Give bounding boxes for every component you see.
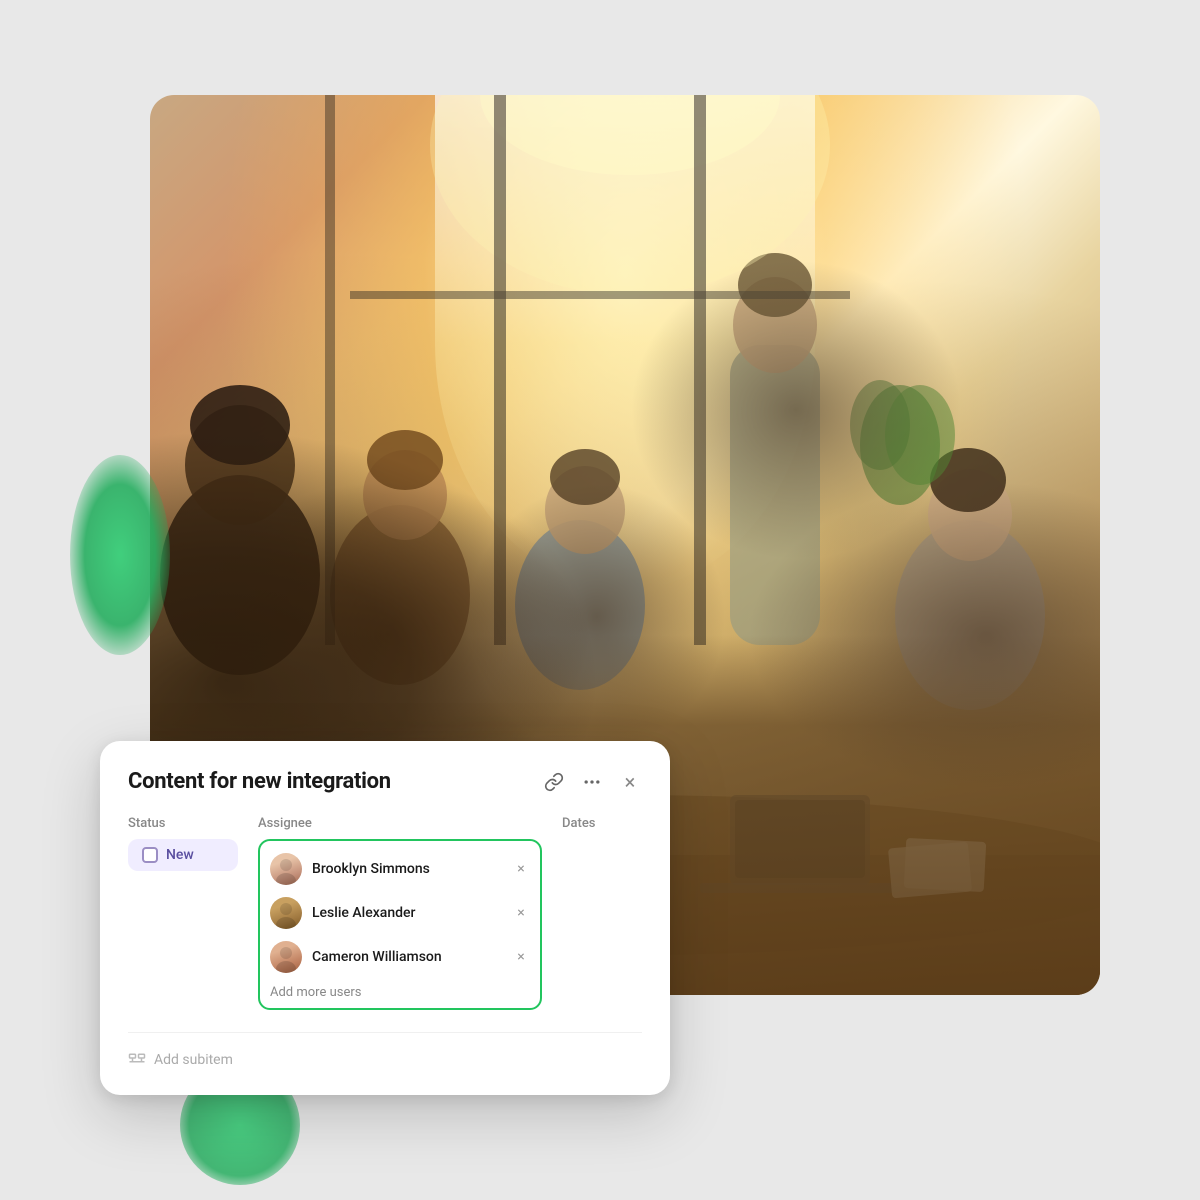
modal-title: Content for new integration (128, 769, 391, 794)
modal-card: Content for new integration × (100, 741, 670, 1095)
green-blob-left (70, 455, 170, 655)
remove-cameron-button[interactable]: × (512, 948, 530, 966)
remove-leslie-button[interactable]: × (512, 904, 530, 922)
close-icon[interactable]: × (618, 770, 642, 794)
assignee-label: Assignee (258, 816, 542, 831)
assignee-dropdown[interactable]: Brooklyn Simmons × Leslie Alexander × Ca… (258, 839, 542, 1010)
modal-header: Content for new integration × (128, 769, 642, 794)
modal-actions: × (542, 770, 642, 794)
status-value: New (166, 847, 194, 863)
status-checkbox[interactable] (142, 847, 158, 863)
avatar-leslie (270, 897, 302, 929)
add-subitem-label: Add subitem (154, 1052, 233, 1068)
status-label: Status (128, 816, 238, 831)
divider (128, 1032, 642, 1033)
add-subitem-row[interactable]: Add subitem (128, 1049, 642, 1071)
assignee-item-brooklyn: Brooklyn Simmons × (270, 847, 530, 891)
assignee-name-brooklyn: Brooklyn Simmons (312, 861, 502, 877)
assignee-name-leslie: Leslie Alexander (312, 905, 502, 921)
add-more-users-button[interactable]: Add more users (270, 979, 530, 1002)
fields-row: Status New Assignee Brooklyn Simmons × (128, 816, 642, 1010)
assignee-item-cameron: Cameron Williamson × (270, 935, 530, 979)
status-field: Status New (128, 816, 238, 871)
avatar-brooklyn (270, 853, 302, 885)
assignee-field: Assignee Brooklyn Simmons × Leslie Alexa… (258, 816, 542, 1010)
assignee-name-cameron: Cameron Williamson (312, 949, 502, 965)
subitem-icon (128, 1049, 146, 1071)
more-icon[interactable] (580, 770, 604, 794)
window-light (435, 95, 815, 590)
dates-field: Dates (562, 816, 642, 831)
assignee-item-leslie: Leslie Alexander × (270, 891, 530, 935)
link-icon[interactable] (542, 770, 566, 794)
status-badge[interactable]: New (128, 839, 238, 871)
remove-brooklyn-button[interactable]: × (512, 860, 530, 878)
avatar-cameron (270, 941, 302, 973)
dates-label: Dates (562, 816, 642, 831)
scene-container: Content for new integration × (100, 75, 1100, 1125)
